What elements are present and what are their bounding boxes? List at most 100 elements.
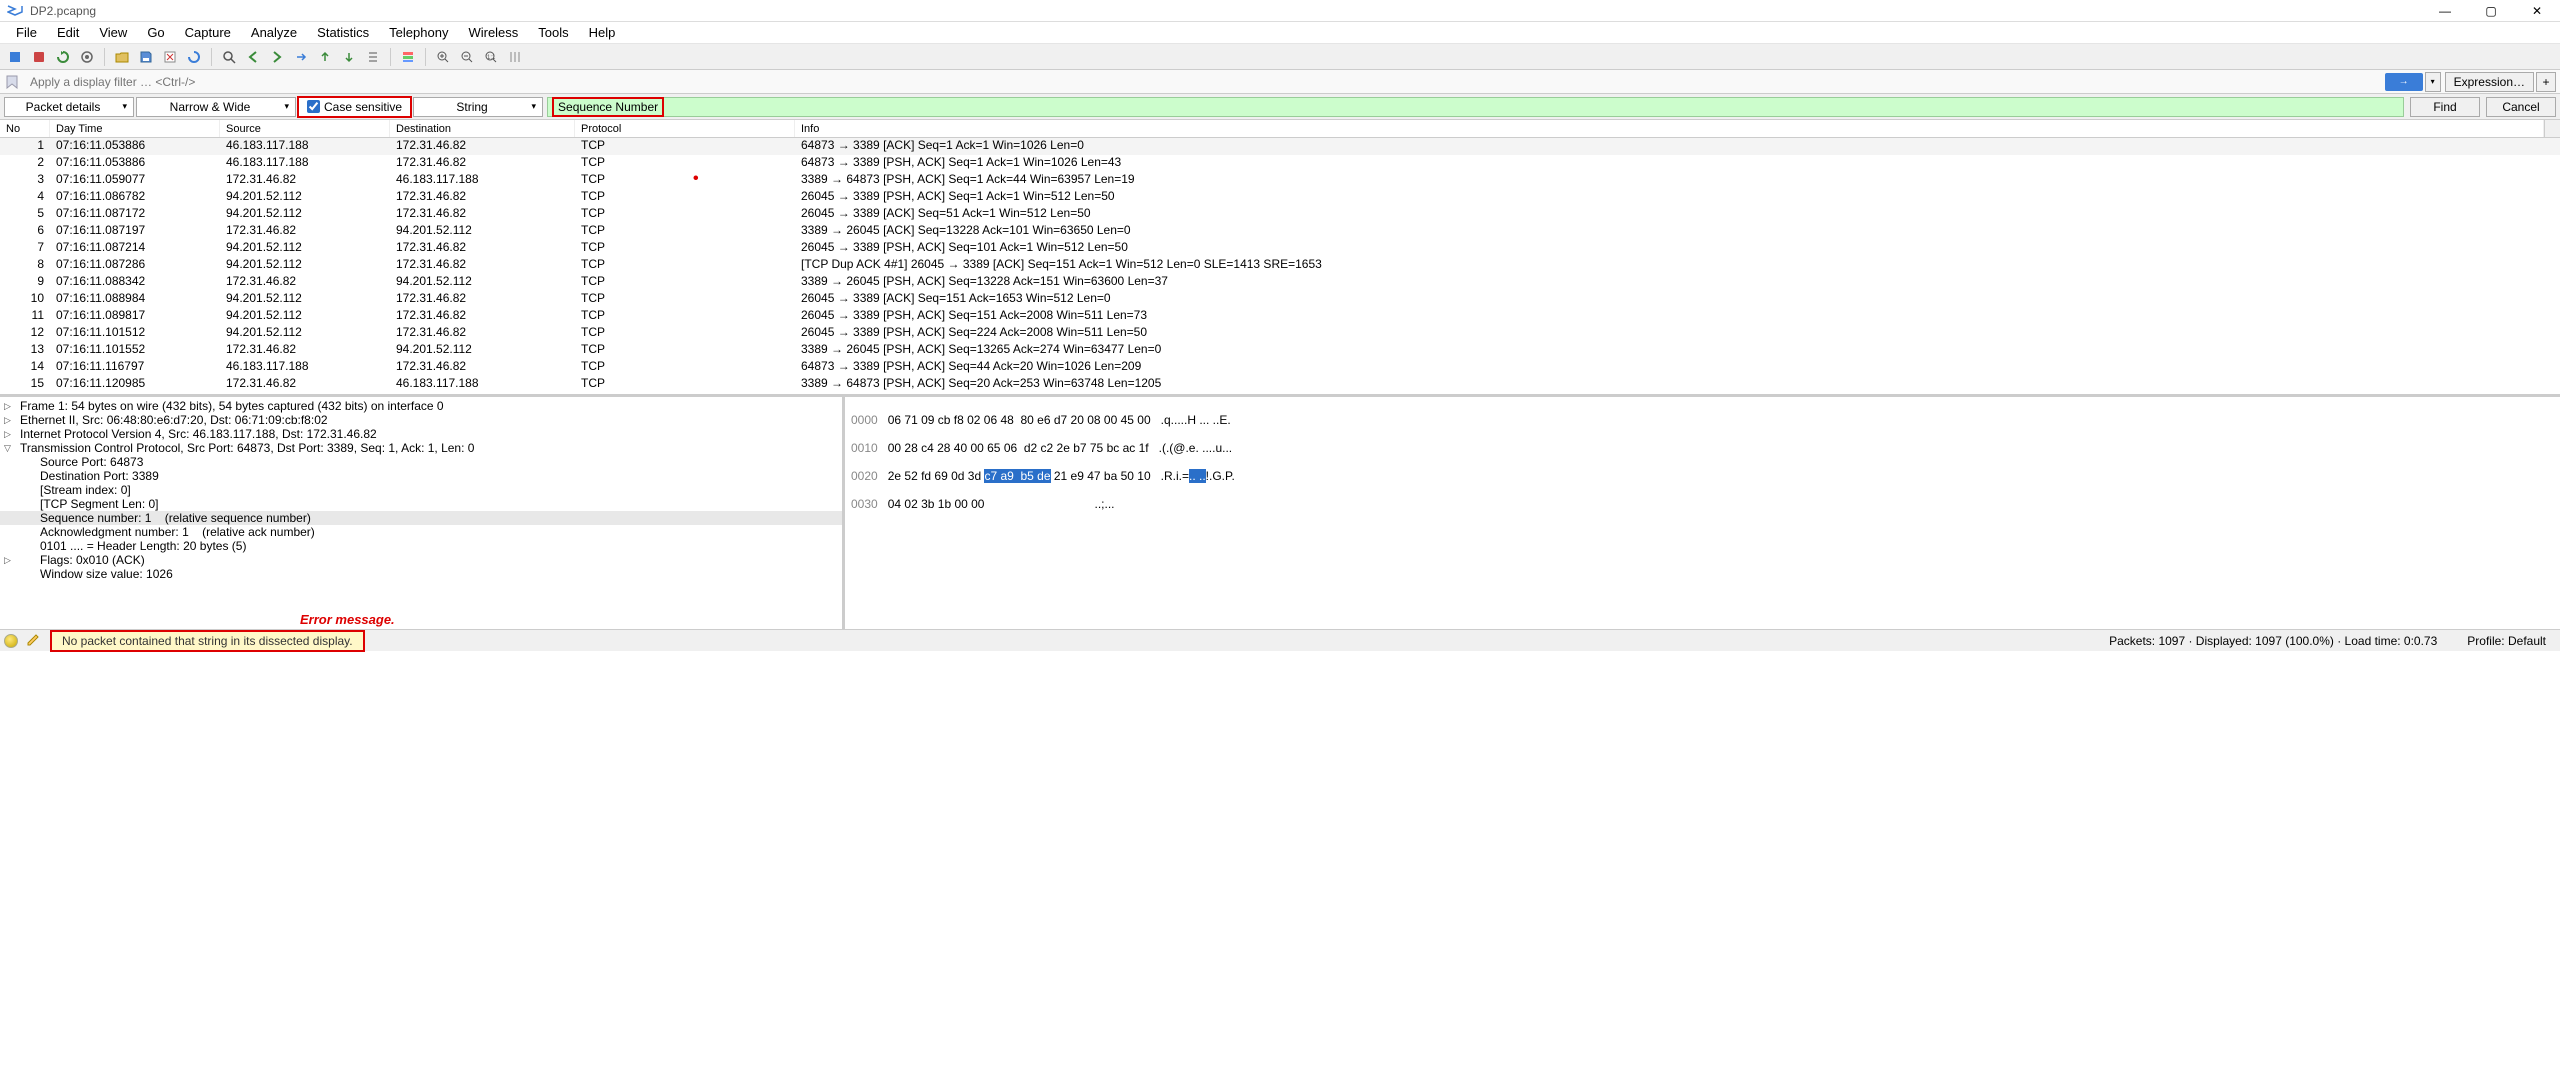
cancel-button[interactable]: Cancel (2486, 97, 2556, 117)
display-filter-input[interactable] (24, 72, 2385, 92)
menu-file[interactable]: File (6, 23, 47, 42)
zoom-in-icon[interactable] (432, 46, 454, 68)
detail-tcp[interactable]: ▽Transmission Control Protocol, Src Port… (0, 441, 842, 455)
packet-bytes-pane[interactable]: 0000 06 71 09 cb f8 02 06 48 80 e6 d7 20… (845, 397, 2560, 629)
menu-help[interactable]: Help (579, 23, 626, 42)
detail-ip[interactable]: ▷Internet Protocol Version 4, Src: 46.18… (0, 427, 842, 441)
packet-row[interactable]: 207:16:11.05388646.183.117.188172.31.46.… (0, 155, 2560, 172)
col-destination[interactable]: Destination (390, 120, 575, 137)
packet-row[interactable]: 507:16:11.08717294.201.52.112172.31.46.8… (0, 206, 2560, 223)
packet-row[interactable]: 607:16:11.087197172.31.46.8294.201.52.11… (0, 223, 2560, 240)
reload-icon[interactable] (183, 46, 205, 68)
find-text-value: Sequence Number (554, 99, 662, 115)
case-sensitive-check[interactable] (307, 100, 320, 113)
packet-row[interactable]: 707:16:11.08721494.201.52.112172.31.46.8… (0, 240, 2560, 257)
detail-eth[interactable]: ▷Ethernet II, Src: 06:48:80:e6:d7:20, Ds… (0, 413, 842, 427)
col-info[interactable]: Info (795, 120, 2544, 137)
first-icon[interactable] (314, 46, 336, 68)
detail-srcport[interactable]: Source Port: 64873 (0, 455, 842, 469)
find-icon[interactable] (218, 46, 240, 68)
detail-acknum[interactable]: Acknowledgment number: 1 (relative ack n… (0, 525, 842, 539)
menu-analyze[interactable]: Analyze (241, 23, 307, 42)
packet-row[interactable]: 1007:16:11.08898494.201.52.112172.31.46.… (0, 291, 2560, 308)
packet-row[interactable]: 807:16:11.08728694.201.52.112172.31.46.8… (0, 257, 2560, 274)
expression-button[interactable]: Expression… (2445, 72, 2534, 92)
open-icon[interactable] (111, 46, 133, 68)
autoscroll-icon[interactable] (362, 46, 384, 68)
packet-row[interactable]: 307:16:11.059077172.31.46.8246.183.117.1… (0, 172, 2560, 189)
zoom-reset-icon[interactable]: 1:1 (480, 46, 502, 68)
filter-history-dropdown[interactable]: ▾ (2425, 72, 2441, 92)
find-button[interactable]: Find (2410, 97, 2480, 117)
filter-toolbar: → ▾ Expression… + Checked • (0, 70, 2560, 94)
find-text-input[interactable]: Sequence Number (547, 97, 2404, 117)
edit-capture-icon[interactable] (26, 633, 42, 649)
packet-row[interactable]: 1407:16:11.11679746.183.117.188172.31.46… (0, 359, 2560, 376)
menu-capture[interactable]: Capture (175, 23, 241, 42)
goto-icon[interactable] (290, 46, 312, 68)
resize-cols-icon[interactable] (504, 46, 526, 68)
col-no[interactable]: No (0, 120, 50, 137)
hex-row[interactable]: 0030 04 02 3b 1b 00 00 ..;... (851, 497, 2554, 511)
status-packets: Packets: 1097 · Displayed: 1097 (100.0%)… (2109, 634, 2437, 648)
menubar: File Edit View Go Capture Analyze Statis… (0, 22, 2560, 44)
packet-row[interactable]: 1107:16:11.08981794.201.52.112172.31.46.… (0, 308, 2560, 325)
menu-go[interactable]: Go (137, 23, 174, 42)
menu-view[interactable]: View (89, 23, 137, 42)
case-sensitive-label: Case sensitive (324, 100, 402, 114)
col-protocol[interactable]: Protocol (575, 120, 795, 137)
detail-flags[interactable]: ▷Flags: 0x010 (ACK) (0, 553, 842, 567)
bookmark-icon[interactable] (2, 72, 22, 92)
detail-seqnum[interactable]: Sequence number: 1 (relative sequence nu… (0, 511, 842, 525)
packet-row[interactable]: 907:16:11.088342172.31.46.8294.201.52.11… (0, 274, 2560, 291)
detail-stream[interactable]: [Stream index: 0] (0, 483, 842, 497)
packet-row[interactable]: 1307:16:11.101552172.31.46.8294.201.52.1… (0, 342, 2560, 359)
menu-telephony[interactable]: Telephony (379, 23, 458, 42)
status-bar: No packet contained that string in its d… (0, 629, 2560, 651)
find-scope-combo[interactable]: Packet details (4, 97, 134, 117)
packet-row[interactable]: 407:16:11.08678294.201.52.112172.31.46.8… (0, 189, 2560, 206)
col-source[interactable]: Source (220, 120, 390, 137)
menu-wireless[interactable]: Wireless (458, 23, 528, 42)
detail-frame[interactable]: ▷Frame 1: 54 bytes on wire (432 bits), 5… (0, 399, 842, 413)
close-button[interactable]: ✕ (2514, 0, 2560, 22)
prev-icon[interactable] (242, 46, 264, 68)
packet-row[interactable]: 107:16:11.05388646.183.117.188172.31.46.… (0, 138, 2560, 155)
last-icon[interactable] (338, 46, 360, 68)
packet-row[interactable]: 1207:16:11.10151294.201.52.112172.31.46.… (0, 325, 2560, 342)
apply-filter-button[interactable]: → (2385, 73, 2423, 91)
col-time[interactable]: Day Time (50, 120, 220, 137)
hex-row[interactable]: 0010 00 28 c4 28 40 00 65 06 d2 c2 2e b7… (851, 441, 2554, 455)
zoom-out-icon[interactable] (456, 46, 478, 68)
detail-seglen[interactable]: [TCP Segment Len: 0] (0, 497, 842, 511)
find-width-combo[interactable]: Narrow & Wide (136, 97, 296, 117)
packet-list-body[interactable]: 107:16:11.05388646.183.117.188172.31.46.… (0, 138, 2560, 394)
find-type-combo[interactable]: String (413, 97, 543, 117)
hex-row[interactable]: 0020 2e 52 fd 69 0d 3d c7 a9 b5 de 21 e9… (851, 469, 2554, 483)
expert-info-icon[interactable] (4, 634, 18, 648)
detail-hlen[interactable]: 0101 .... = Header Length: 20 bytes (5) (0, 539, 842, 553)
maximize-button[interactable]: ▢ (2468, 0, 2514, 22)
add-filter-button[interactable]: + (2536, 72, 2556, 92)
menu-statistics[interactable]: Statistics (307, 23, 379, 42)
status-profile[interactable]: Profile: Default (2467, 634, 2546, 648)
packet-details-pane[interactable]: ▷Frame 1: 54 bytes on wire (432 bits), 5… (0, 397, 845, 629)
packet-list-scrollbar[interactable] (2544, 120, 2560, 137)
menu-tools[interactable]: Tools (528, 23, 578, 42)
minimize-button[interactable]: — (2422, 0, 2468, 22)
packet-row[interactable]: 1507:16:11.120985172.31.46.8246.183.117.… (0, 376, 2560, 393)
close-file-icon[interactable] (159, 46, 181, 68)
colorize-icon[interactable] (397, 46, 419, 68)
save-icon[interactable] (135, 46, 157, 68)
menu-edit[interactable]: Edit (47, 23, 89, 42)
stop-capture-icon[interactable] (28, 46, 50, 68)
find-case-checkbox[interactable]: Case sensitive (298, 97, 411, 117)
restart-capture-icon[interactable] (52, 46, 74, 68)
options-icon[interactable] (76, 46, 98, 68)
start-capture-icon[interactable] (4, 46, 26, 68)
hex-row[interactable]: 0000 06 71 09 cb f8 02 06 48 80 e6 d7 20… (851, 413, 2554, 427)
svg-text:1:1: 1:1 (487, 55, 496, 61)
detail-dstport[interactable]: Destination Port: 3389 (0, 469, 842, 483)
next-icon[interactable] (266, 46, 288, 68)
detail-win[interactable]: Window size value: 1026 (0, 567, 842, 581)
